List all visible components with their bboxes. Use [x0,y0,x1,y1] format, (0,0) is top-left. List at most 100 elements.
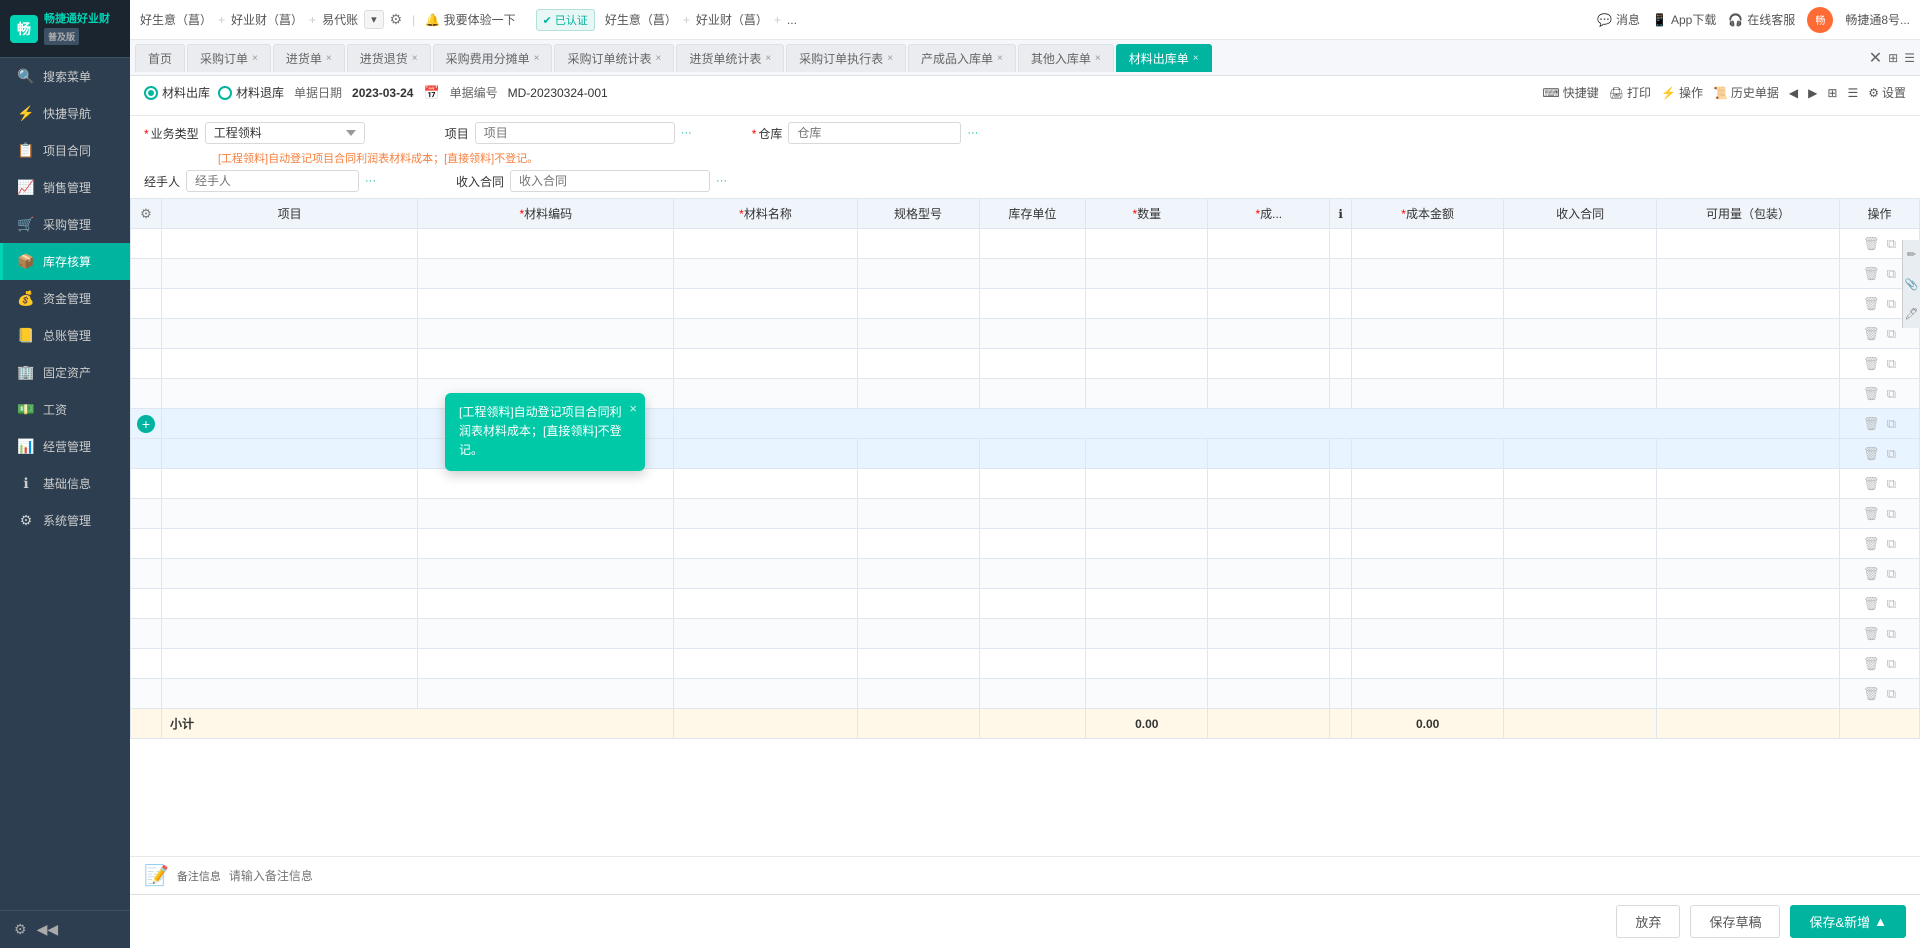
tab-close-purchase-expense[interactable]: × [534,53,540,64]
sidebar-item-assets[interactable]: 🏢 固定资产 [0,354,130,391]
cell-10-cost-price[interactable] [1208,529,1330,559]
tab-order-exec[interactable]: 采购订单执行表 × [786,44,906,72]
cell-6-spec[interactable] [857,379,979,409]
delete-row-3-icon[interactable]: 🗑 [1863,296,1880,311]
cell-13-income-contract[interactable] [1504,619,1657,649]
topbar-try-link[interactable]: 🔔 我要体验一下 [425,11,515,28]
list-view-btn2[interactable]: ☰ [1847,86,1858,100]
copy-row-8-icon[interactable]: ⧉ [1887,476,1896,491]
cell-6-cost-amount[interactable] [1351,379,1504,409]
cell-6-income-contract[interactable] [1504,379,1657,409]
sidebar-item-project[interactable]: 📋 项目合同 [0,132,130,169]
copy-row-11-icon[interactable]: ⧉ [1887,566,1896,581]
cell-14-income-contract[interactable] [1504,649,1657,679]
calendar-icon[interactable]: 📅 [423,85,439,101]
cell-5-stock-unit[interactable] [979,349,1086,379]
topbar-link-4[interactable]: 好业财（菖） [696,11,768,28]
sidebar-item-finance[interactable]: 💰 资金管理 [0,280,130,317]
sidebar-item-sales[interactable]: 📈 销售管理 [0,169,130,206]
sidebar-item-search[interactable]: 🔍 搜索菜单 [0,58,130,95]
th-settings[interactable]: ⚙ [131,199,162,229]
cell-12-cost-info[interactable] [1330,589,1352,619]
delete-row-10-icon[interactable]: 🗑 [1863,536,1880,551]
cell-1-cost-price[interactable] [1208,229,1330,259]
cell-15-spec[interactable] [857,679,979,709]
sidebar-item-management[interactable]: 📊 经营管理 [0,428,130,465]
messages-btn[interactable]: 💬 消息 [1597,11,1640,28]
sidebar-item-quicknav[interactable]: ⚡ 快捷导航 [0,95,130,132]
prev-record-btn[interactable]: ◀ [1789,86,1798,100]
cell-14-cost-price[interactable] [1208,649,1330,679]
tab-goods-return[interactable]: 进货退货 × [347,44,431,72]
cell-13-stock-unit[interactable] [979,619,1086,649]
tab-home[interactable]: 首页 [135,44,185,72]
cell-6-material-name[interactable] [674,379,857,409]
cell-1-spec[interactable] [857,229,979,259]
topbar-more-btn[interactable]: ▾ [364,10,384,29]
cell-9-income-contract[interactable] [1504,499,1657,529]
cell-10-material-name[interactable] [674,529,857,559]
cell-1-cost-info[interactable] [1330,229,1352,259]
cell-3-available-qty[interactable] [1656,289,1839,319]
copy-row-15-icon[interactable]: ⧉ [1887,686,1896,701]
cell-1-income-contract[interactable] [1504,229,1657,259]
cell-13-quantity[interactable] [1086,619,1208,649]
copy-row-10-icon[interactable]: ⧉ [1887,536,1896,551]
copy-row-12-icon[interactable]: ⧉ [1887,596,1896,611]
cell-2-code[interactable] [418,259,674,289]
copy-row-1-icon[interactable]: ⧉ [1887,236,1896,251]
cell-4-project[interactable] [162,319,418,349]
cell-2-available-qty[interactable] [1656,259,1839,289]
income-contract-input[interactable] [510,170,710,192]
cell-8-quantity[interactable] [1086,469,1208,499]
cell-2-cost-info[interactable] [1330,259,1352,289]
cell-5-quantity[interactable] [1086,349,1208,379]
topbar-link-2[interactable]: 易代账 [322,11,358,28]
cell-11-cost-info[interactable] [1330,559,1352,589]
cell-12-quantity[interactable] [1086,589,1208,619]
cell-8-income-contract[interactable] [1504,469,1657,499]
cell-1-quantity[interactable] [1086,229,1208,259]
tab-goods-stats[interactable]: 进货单统计表 × [676,44,784,72]
list-view-btn[interactable]: ☰ [1904,51,1915,65]
user-avatar[interactable]: 畅 [1807,7,1833,33]
delete-row-13-icon[interactable]: 🗑 [1863,626,1880,641]
cell-10-available-qty[interactable] [1656,529,1839,559]
delete-row-15-icon[interactable]: 🗑 [1863,686,1880,701]
cell-9-code[interactable] [418,499,674,529]
cell-9-quantity[interactable] [1086,499,1208,529]
project-cell-input[interactable] [168,447,411,461]
next-record-btn[interactable]: ▶ [1808,86,1817,100]
cell-2-cost-amount[interactable] [1351,259,1504,289]
cell-5-code[interactable] [418,349,674,379]
online-service-btn[interactable]: 🎧 在线客服 [1728,11,1795,28]
cell-5-spec[interactable] [857,349,979,379]
cell-11-stock-unit[interactable] [979,559,1086,589]
history-btn[interactable]: 📜 历史单据 [1713,84,1779,101]
cell-15-material-name[interactable] [674,679,857,709]
cell-11-income-contract[interactable] [1504,559,1657,589]
tab-purchase-order[interactable]: 采购订单 × [187,44,271,72]
tab-purchase-expense[interactable]: 采购费用分摊单 × [433,44,553,72]
cell-3-quantity[interactable] [1086,289,1208,319]
cell-8-project[interactable] [162,469,418,499]
handler-input[interactable] [186,170,359,192]
copy-row-6-icon[interactable]: ⧉ [1887,386,1896,401]
save-new-button[interactable]: 保存&新增 ▲ [1790,905,1906,938]
collapse-icon[interactable]: ◀◀ [37,921,59,938]
tab-close-other-receipt[interactable]: × [1095,53,1101,64]
cell-5-income-contract[interactable] [1504,349,1657,379]
cell-6-cost-price[interactable] [1208,379,1330,409]
cell-14-material-name[interactable] [674,649,857,679]
cell-12-available-qty[interactable] [1656,589,1839,619]
cell-1-project[interactable] [162,229,418,259]
cell-14-cost-amount[interactable] [1351,649,1504,679]
delete-row-4-icon[interactable]: 🗑 [1863,326,1880,341]
right-panel-icon-2[interactable]: 📎 [1905,277,1918,290]
cell-11-code[interactable] [418,559,674,589]
cell-7-cost-price[interactable] [1208,439,1330,469]
copy-row-3-icon[interactable]: ⧉ [1887,296,1896,311]
cell-10-project[interactable] [162,529,418,559]
tab-purchase-stats[interactable]: 采购订单统计表 × [554,44,674,72]
cell-5-cost-info[interactable] [1330,349,1352,379]
